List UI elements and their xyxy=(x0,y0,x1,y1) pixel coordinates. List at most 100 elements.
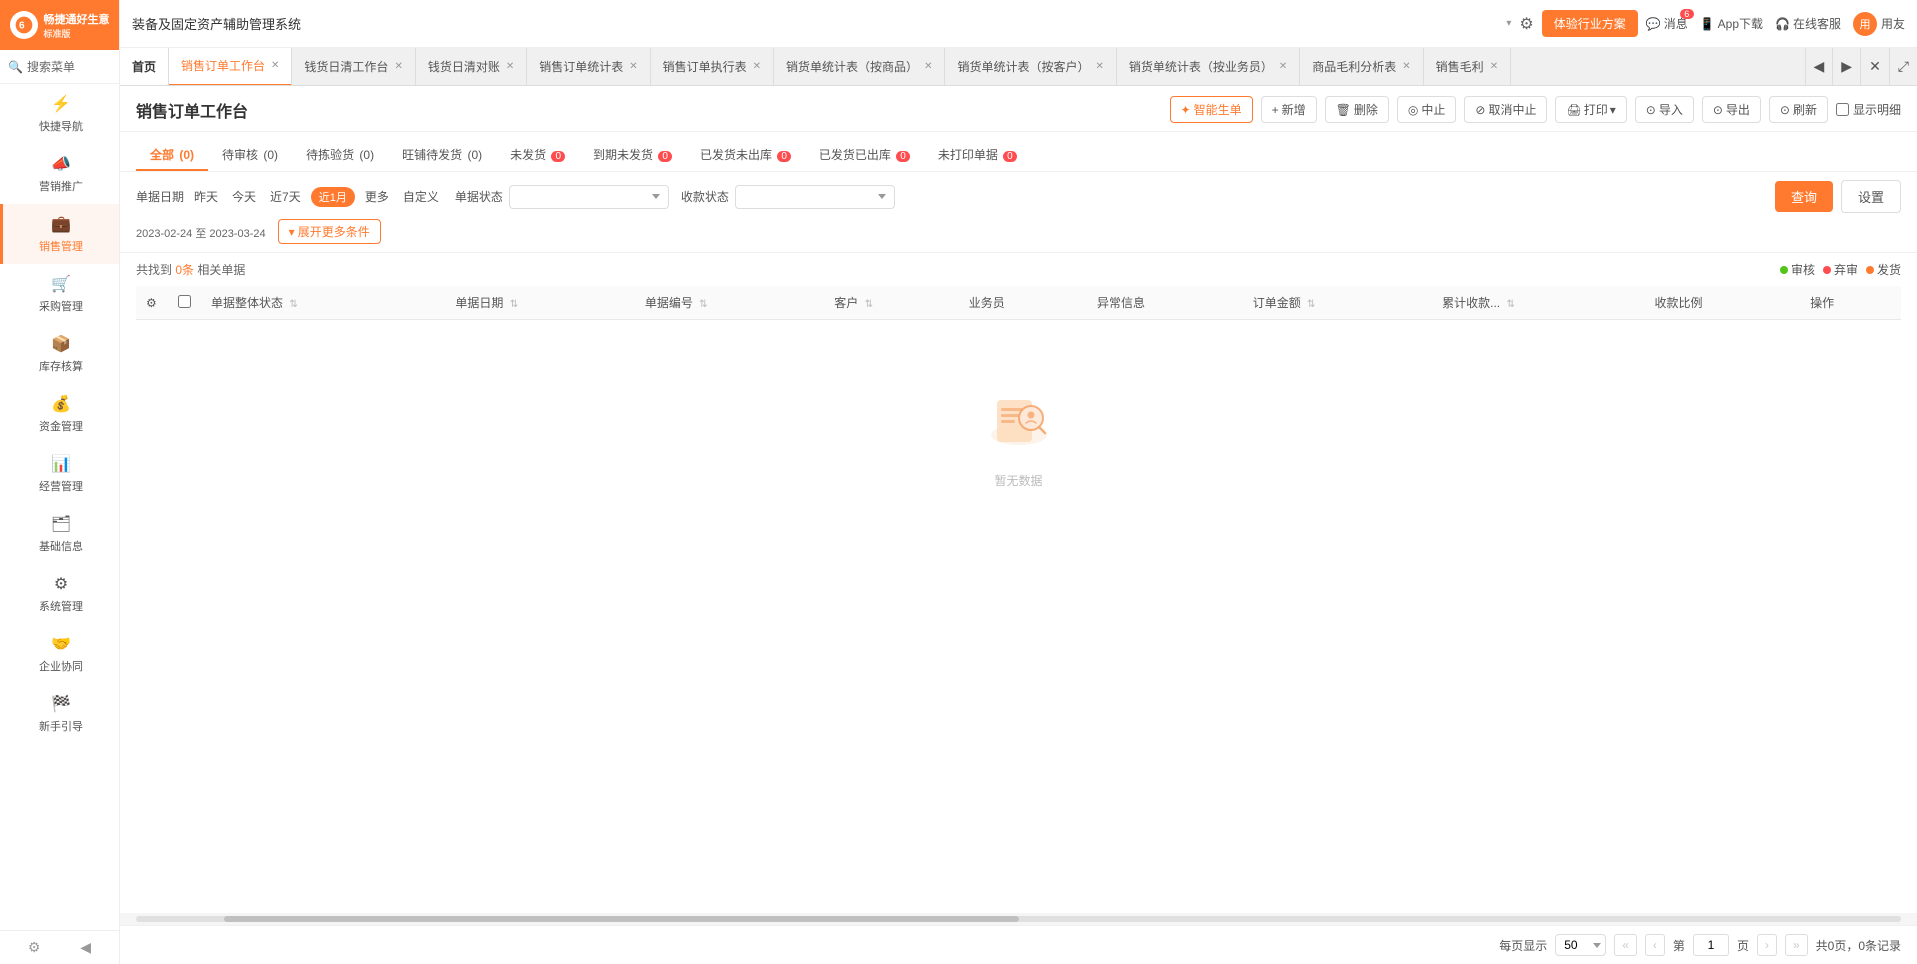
sub-tab-shipped-not-out[interactable]: 已发货未出库 0 xyxy=(686,140,805,171)
tab-close-all-btn[interactable]: ✕ xyxy=(1860,48,1889,86)
stop-btn[interactable]: ◎ 中止 xyxy=(1397,96,1457,123)
sub-tab-pending-review[interactable]: 待审核 (0) xyxy=(208,140,292,171)
tab-sales-stats-close[interactable]: ✕ xyxy=(629,61,637,72)
add-btn[interactable]: + 新增 xyxy=(1261,96,1317,123)
tab-prev-btn[interactable]: ◀ xyxy=(1805,48,1833,86)
tab-sales-order-workbench-close[interactable]: ✕ xyxy=(271,60,279,71)
system-dropdown-icon[interactable]: ▾ xyxy=(1506,18,1511,29)
th-status-sort[interactable]: ⇅ xyxy=(289,299,297,310)
cancel-review-quick-btn[interactable]: 弃审 xyxy=(1823,261,1858,278)
tab-cash-reconcile[interactable]: 钱货日清对账 ✕ xyxy=(416,48,527,86)
tab-sales-exec[interactable]: 销售订单执行表 ✕ xyxy=(651,48,774,86)
page-input[interactable] xyxy=(1693,934,1729,956)
tab-sales-profit[interactable]: 销售毛利 ✕ xyxy=(1424,48,1511,86)
tab-sales-product-close[interactable]: ✕ xyxy=(924,61,932,72)
tab-sales-order-workbench[interactable]: 销售订单工作台 ✕ xyxy=(169,48,292,86)
shortcut-7days[interactable]: 近7天 xyxy=(266,186,305,207)
set-btn[interactable]: 设置 xyxy=(1841,180,1901,213)
export-btn[interactable]: ⊙ 导出 xyxy=(1702,96,1761,123)
shortcut-today[interactable]: 今天 xyxy=(228,186,260,207)
sidebar-item-quick-nav[interactable]: ⚡ 快捷导航 xyxy=(0,84,119,144)
tab-sales-product[interactable]: 销货单统计表（按商品） ✕ xyxy=(774,48,945,86)
tab-cash-reconcile-close[interactable]: ✕ xyxy=(506,61,514,72)
th-amount-sort[interactable]: ⇅ xyxy=(1307,299,1315,310)
tab-sales-profit-close[interactable]: ✕ xyxy=(1490,61,1498,72)
sidebar-item-newbie[interactable]: 🏁 新手引导 xyxy=(0,684,119,744)
sidebar-item-operations[interactable]: 📊 经营管理 xyxy=(0,444,119,504)
sub-tab-not-shipped[interactable]: 未发货 0 xyxy=(496,140,579,171)
industry-btn[interactable]: 体验行业方案 xyxy=(1542,10,1638,37)
sidebar-item-sales[interactable]: 💼 销售管理 xyxy=(0,204,119,264)
sidebar-item-finance[interactable]: 💰 资金管理 xyxy=(0,384,119,444)
tab-sales-staff[interactable]: 销货单统计表（按业务员） ✕ xyxy=(1117,48,1300,86)
next-page-btn[interactable]: › xyxy=(1757,934,1777,956)
online-service-btn[interactable]: 🎧 在线客服 xyxy=(1775,15,1841,32)
expand-filter-btn[interactable]: ▾ 展开更多条件 xyxy=(278,219,381,244)
tab-home[interactable]: 首页 xyxy=(120,48,169,86)
tab-next-btn[interactable]: ▶ xyxy=(1832,48,1860,86)
th-ratio-label: 收款比例 xyxy=(1654,296,1702,310)
status-select[interactable] xyxy=(509,185,669,209)
tab-cash-daily[interactable]: 钱货日清工作台 ✕ xyxy=(292,48,415,86)
th-date-sort[interactable]: ⇅ xyxy=(510,299,518,310)
refresh-btn[interactable]: ⊙ 刷新 xyxy=(1769,96,1828,123)
tab-sales-stats[interactable]: 销售订单统计表 ✕ xyxy=(527,48,650,86)
prev-page-btn[interactable]: ‹ xyxy=(1645,934,1665,956)
header-settings-icon[interactable]: ⚙ xyxy=(1519,14,1533,34)
tab-margin-close[interactable]: ✕ xyxy=(1402,61,1410,72)
sub-tab-all[interactable]: 全部 (0) xyxy=(136,140,208,171)
query-btn[interactable]: 查询 xyxy=(1775,181,1833,212)
sidebar-item-enterprise[interactable]: 🤝 企业协同 xyxy=(0,624,119,684)
th-received-sort[interactable]: ⇅ xyxy=(1506,299,1514,310)
cancel-stop-btn[interactable]: ⊘ 取消中止 xyxy=(1464,96,1547,123)
shortcut-1month[interactable]: 近1月 xyxy=(311,187,355,207)
sidebar-item-operations-label: 经营管理 xyxy=(39,478,83,494)
show-detail-checkbox[interactable] xyxy=(1836,103,1849,116)
tab-sales-staff-close[interactable]: ✕ xyxy=(1279,61,1287,72)
table-settings-icon[interactable]: ⚙ xyxy=(146,296,157,310)
tab-margin[interactable]: 商品毛利分析表 ✕ xyxy=(1300,48,1423,86)
sidebar-item-purchase[interactable]: 🛒 采购管理 xyxy=(0,264,119,324)
sidebar-item-inventory[interactable]: 📦 库存核算 xyxy=(0,324,119,384)
sub-tab-not-printed[interactable]: 未打印单据 0 xyxy=(924,140,1031,171)
th-received-label: 累计收款... xyxy=(1442,296,1500,310)
smart-btn[interactable]: ✦ 智能生单 xyxy=(1170,96,1253,123)
review-quick-btn[interactable]: 审核 xyxy=(1780,261,1815,278)
message-btn[interactable]: 💬 消息 6 xyxy=(1646,15,1688,32)
sub-tab-wangpu[interactable]: 旺铺待发货 (0) xyxy=(388,140,496,171)
select-all-checkbox[interactable] xyxy=(178,295,191,308)
sidebar-item-marketing[interactable]: 📣 营销推广 xyxy=(0,144,119,204)
sidebar-item-system[interactable]: ⚙ 系统管理 xyxy=(0,564,119,624)
last-page-btn[interactable]: » xyxy=(1785,934,1808,956)
tab-sales-customer[interactable]: 销货单统计表（按客户） ✕ xyxy=(945,48,1116,86)
sub-tab-expired[interactable]: 到期未发货 0 xyxy=(579,140,686,171)
delete-btn[interactable]: 🗑 删除 xyxy=(1325,96,1389,123)
shortcut-yesterday[interactable]: 昨天 xyxy=(190,186,222,207)
import-btn[interactable]: ⊙ 导入 xyxy=(1635,96,1694,123)
th-number-sort[interactable]: ⇅ xyxy=(699,299,707,310)
shortcut-custom[interactable]: 自定义 xyxy=(399,186,443,207)
sub-tab-shipped-out[interactable]: 已发货已出库 0 xyxy=(805,140,924,171)
search-menu[interactable]: 🔍 搜索菜单 xyxy=(0,50,119,84)
sidebar-item-marketing-label: 营销推广 xyxy=(39,178,83,194)
per-page-select[interactable]: 50 10 20 100 xyxy=(1555,934,1606,956)
sidebar-collapse-btn[interactable]: ◀ xyxy=(80,939,91,956)
tab-sales-customer-close[interactable]: ✕ xyxy=(1095,61,1103,72)
tab-expand-btn[interactable]: ⤢ xyxy=(1889,48,1917,86)
first-page-btn[interactable]: « xyxy=(1614,934,1637,956)
user-info[interactable]: 用 用友 xyxy=(1853,12,1905,36)
scrollbar-track[interactable] xyxy=(136,916,1901,922)
payment-select[interactable] xyxy=(735,185,895,209)
scrollbar-thumb[interactable] xyxy=(224,916,1018,922)
sidebar-settings-btn[interactable]: ⚙ xyxy=(28,939,41,956)
tab-sales-exec-close[interactable]: ✕ xyxy=(753,61,761,72)
page-header: 销售订单工作台 ✦ 智能生单 + 新增 🗑 删除 ◎ 中止 xyxy=(120,86,1917,132)
ship-quick-btn[interactable]: 发货 xyxy=(1866,261,1901,278)
print-btn[interactable]: 🖨 打印 ▾ xyxy=(1555,96,1626,123)
tab-cash-daily-close[interactable]: ✕ xyxy=(394,61,402,72)
shortcut-more[interactable]: 更多 xyxy=(361,186,393,207)
app-download-btn[interactable]: 📱 App下载 xyxy=(1700,15,1763,32)
th-customer-sort[interactable]: ⇅ xyxy=(865,299,873,310)
sub-tab-pending-inspect[interactable]: 待拣验货 (0) xyxy=(292,140,388,171)
sidebar-item-basic-info[interactable]: 🗂 基础信息 xyxy=(0,504,119,564)
